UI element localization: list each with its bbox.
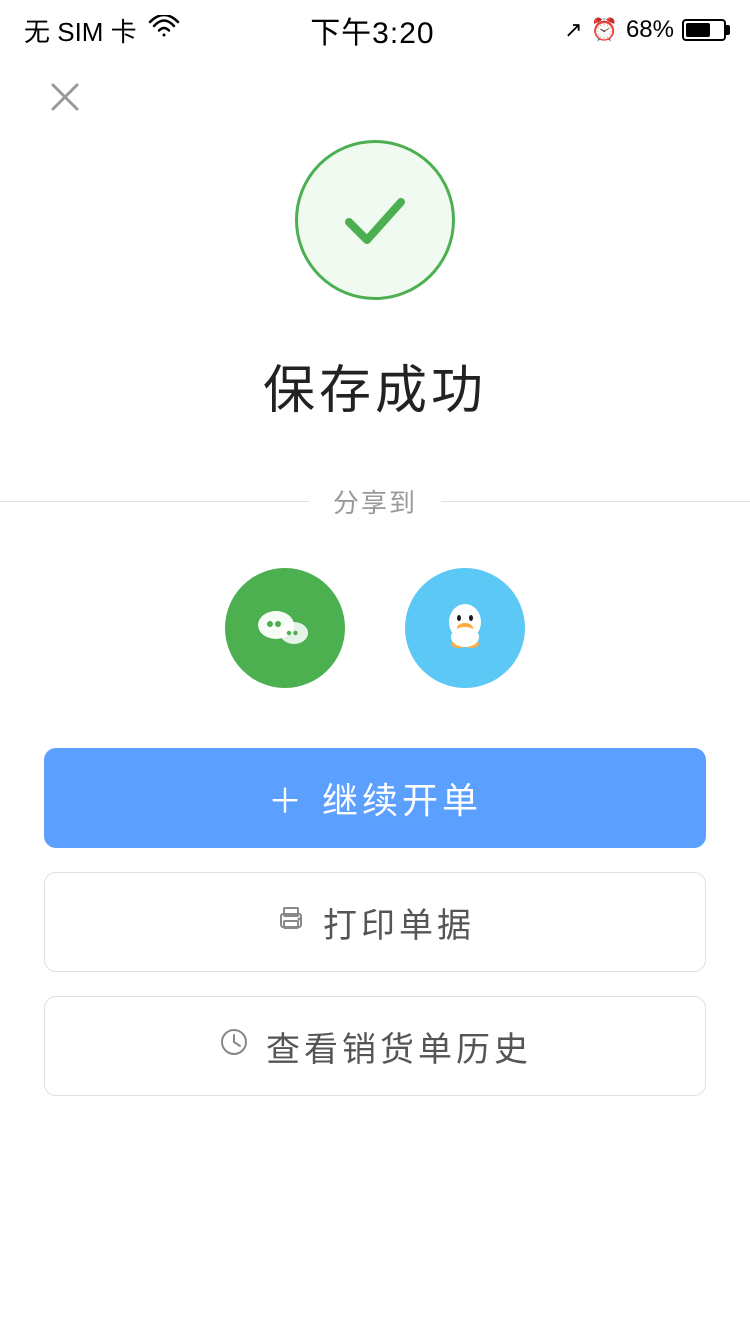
plus-icon: ＋ xyxy=(268,774,306,823)
status-time: 下午3:20 xyxy=(310,8,434,52)
status-right: ↗ ⏰ 68% xyxy=(564,16,726,44)
wechat-share-button[interactable] xyxy=(225,568,345,688)
share-divider: 分享到 xyxy=(0,483,750,520)
share-label: 分享到 xyxy=(309,483,441,520)
location-icon: ↗ xyxy=(564,17,582,43)
print-label: 打印单据 xyxy=(323,898,475,947)
continue-label: 继续开单 xyxy=(322,772,482,824)
status-left: 无 SIM 卡 xyxy=(24,12,181,49)
battery-percent: 68% xyxy=(626,16,674,44)
carrier-text: 无 SIM 卡 xyxy=(24,12,137,49)
divider-line-left xyxy=(0,501,309,502)
history-button[interactable]: 查看销货单历史 xyxy=(44,996,706,1096)
divider-line-right xyxy=(441,501,750,502)
success-icon-circle xyxy=(295,140,455,300)
close-button[interactable] xyxy=(40,72,90,122)
share-section: 分享到 xyxy=(0,483,750,688)
printer-icon xyxy=(275,902,307,942)
continue-button[interactable]: ＋ 继续开单 xyxy=(44,748,706,848)
status-bar: 无 SIM 卡 下午3:20 ↗ ⏰ 68% xyxy=(0,0,750,60)
clock-icon xyxy=(218,1026,250,1066)
action-buttons: ＋ 继续开单 打印单据 xyxy=(0,748,750,1096)
history-label: 查看销货单历史 xyxy=(266,1022,532,1071)
share-icons xyxy=(225,568,525,688)
success-title: 保存成功 xyxy=(263,348,487,423)
qq-share-button[interactable] xyxy=(405,568,525,688)
battery-indicator xyxy=(682,19,726,41)
print-button[interactable]: 打印单据 xyxy=(44,872,706,972)
alarm-icon: ⏰ xyxy=(591,17,618,43)
main-content: 保存成功 分享到 xyxy=(0,60,750,1096)
wifi-icon xyxy=(147,15,181,46)
